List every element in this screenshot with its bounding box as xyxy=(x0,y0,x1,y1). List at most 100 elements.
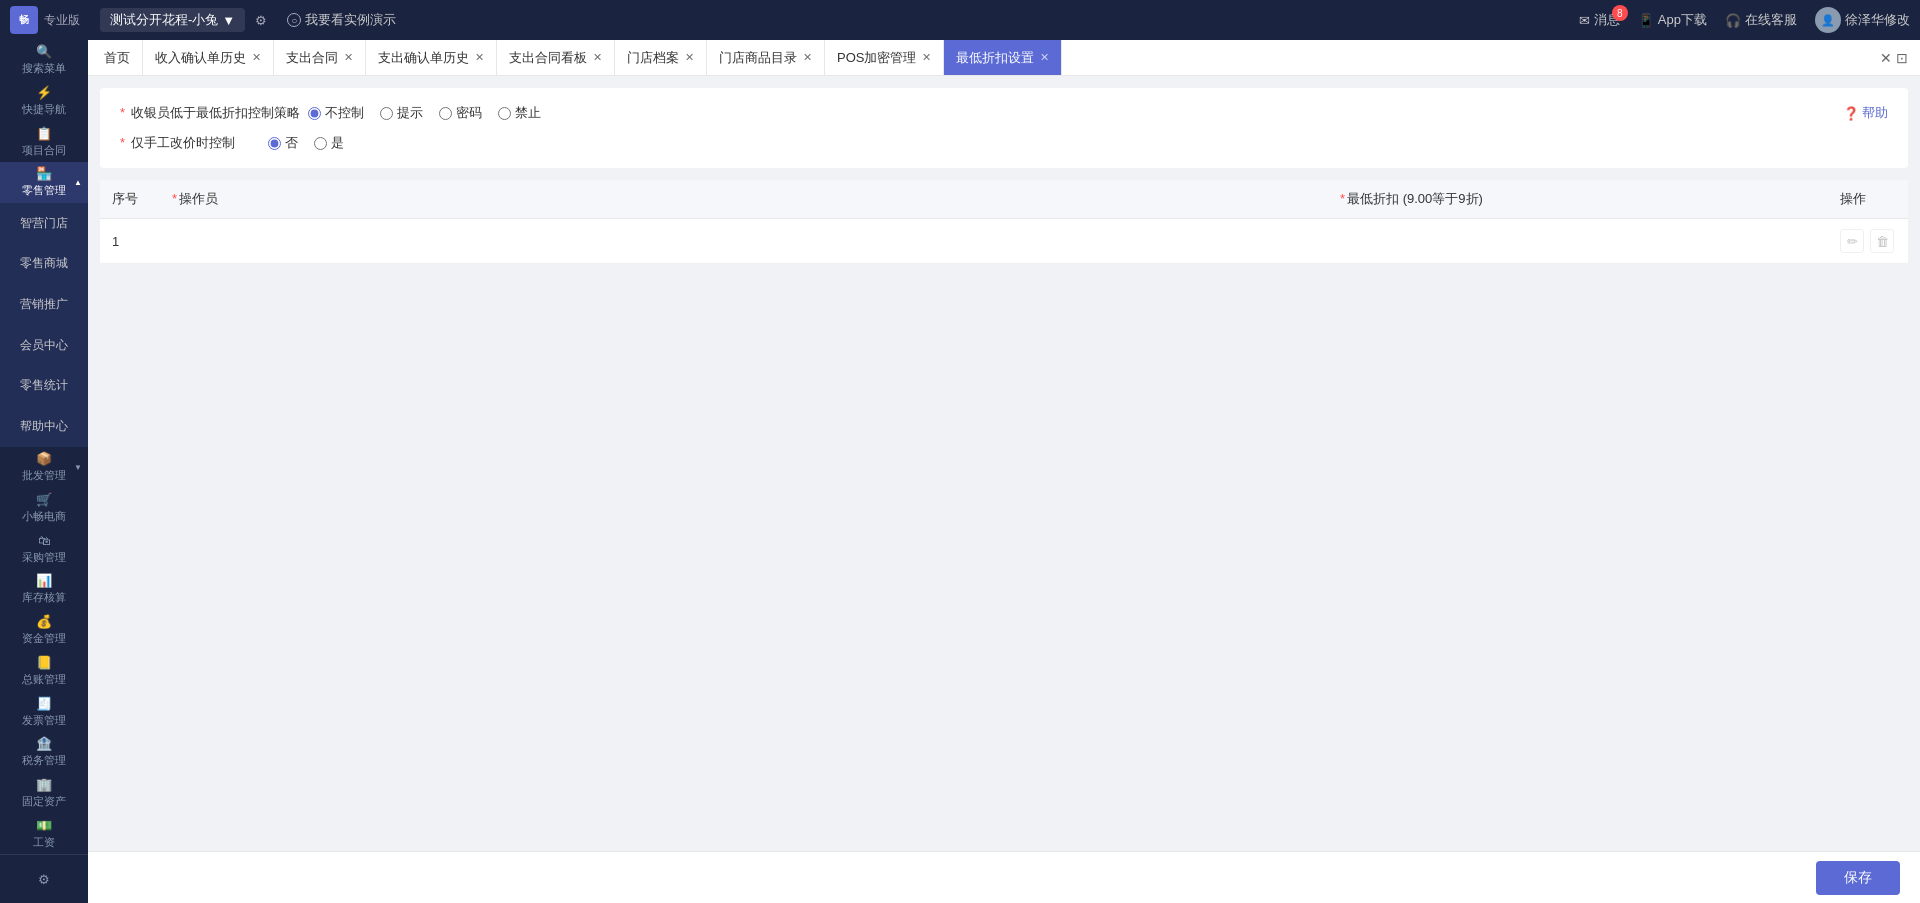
sidebar-item-help-center[interactable]: 帮助中心 xyxy=(0,406,88,447)
radio-password[interactable]: 密码 xyxy=(439,104,482,122)
tab-expense-contract-close-icon[interactable]: ✕ xyxy=(344,51,353,64)
tab-expand-icon[interactable]: ⊡ xyxy=(1896,50,1908,66)
sidebar-item-retail-mall[interactable]: 零售商城 xyxy=(0,244,88,285)
cell-seq: 1 xyxy=(100,219,160,264)
tab-store-archive-close-icon[interactable]: ✕ xyxy=(685,51,694,64)
sidebar-item-salary[interactable]: 💵 工资 xyxy=(0,813,88,854)
sidebar-item-smart-store[interactable]: 智营门店 xyxy=(0,203,88,244)
radio-yes-input[interactable] xyxy=(314,137,327,150)
sidebar-item-retail-mgmt[interactable]: 🏪 零售管理 xyxy=(0,162,88,203)
sidebar-item-inventory[interactable]: 📊 库存核算 xyxy=(0,569,88,610)
sidebar-label-retail-mall: 零售商城 xyxy=(20,255,68,272)
tab-expense-contract-label: 支出合同 xyxy=(286,49,338,67)
sidebar-item-purchase-mgmt[interactable]: 🛍 采购管理 xyxy=(0,528,88,569)
sidebar-label-tax: 税务管理 xyxy=(22,753,66,768)
sidebar-item-ledger[interactable]: 📒 总账管理 xyxy=(0,651,88,692)
radio-no[interactable]: 否 xyxy=(268,134,298,152)
tab-min-discount-close-icon[interactable]: ✕ xyxy=(1040,51,1049,64)
sidebar-item-wholesale-mgmt[interactable]: 📦 批发管理 xyxy=(0,447,88,488)
radio-prompt-input[interactable] xyxy=(380,107,393,120)
settings-icon[interactable]: ⚙ xyxy=(255,13,267,28)
message-icon: ✉ xyxy=(1579,13,1590,28)
sidebar-item-member[interactable]: 会员中心 xyxy=(0,325,88,366)
sidebar-item-tax[interactable]: 🏦 税务管理 xyxy=(0,732,88,773)
sidebar-item-ecommerce[interactable]: 🛒 小畅电商 xyxy=(0,488,88,529)
top-bar-right: ✉ 消息 8 📱 App下载 🎧 在线客服 👤 徐泽华修改 xyxy=(1579,7,1910,33)
tab-pos-mgmt-close-icon[interactable]: ✕ xyxy=(922,51,931,64)
sidebar-label-wholesale-mgmt: 批发管理 xyxy=(22,468,66,483)
th-operator: *操作员 xyxy=(160,180,1328,219)
tab-pos-mgmt[interactable]: POS加密管理 ✕ xyxy=(825,40,944,76)
control-policy-label: * 收银员低于最低折扣控制策略 xyxy=(120,104,300,122)
radio-yes[interactable]: 是 xyxy=(314,134,344,152)
tab-store-archive[interactable]: 门店档案 ✕ xyxy=(615,40,707,76)
sidebar-item-retail-stats[interactable]: 零售统计 xyxy=(0,366,88,407)
sidebar-item-fixed-assets[interactable]: 🏢 固定资产 xyxy=(0,773,88,814)
user-profile-btn[interactable]: 👤 徐泽华修改 xyxy=(1815,7,1910,33)
tab-income-history[interactable]: 收入确认单历史 ✕ xyxy=(143,40,274,76)
radio-prompt[interactable]: 提示 xyxy=(380,104,423,122)
message-btn[interactable]: ✉ 消息 8 xyxy=(1579,11,1620,29)
fixed-assets-icon: 🏢 xyxy=(36,777,52,792)
help-link[interactable]: ❓ 帮助 xyxy=(1843,104,1888,122)
radio-no-label: 否 xyxy=(285,134,298,152)
demo-link[interactable]: ○ 我要看实例演示 xyxy=(287,11,396,29)
wholesale-mgmt-icon: 📦 xyxy=(36,451,52,466)
online-service-btn[interactable]: 🎧 在线客服 xyxy=(1725,11,1797,29)
quick-nav-icon: ⚡ xyxy=(36,85,52,100)
manual-control-row: * 仅手工改价时控制 否 是 xyxy=(120,134,1888,152)
tab-home[interactable]: 首页 xyxy=(92,40,143,76)
tab-store-catalog-close-icon[interactable]: ✕ xyxy=(803,51,812,64)
sidebar-item-search[interactable]: 🔍 搜索菜单 xyxy=(0,40,88,81)
tab-income-history-close-icon[interactable]: ✕ xyxy=(252,51,261,64)
save-button[interactable]: 保存 xyxy=(1816,861,1900,895)
tab-expense-board[interactable]: 支出合同看板 ✕ xyxy=(497,40,615,76)
sidebar-item-invoice[interactable]: 🧾 发票管理 xyxy=(0,691,88,732)
finance-icon: 💰 xyxy=(36,614,52,629)
radio-no-control-input[interactable] xyxy=(308,107,321,120)
radio-no-control[interactable]: 不控制 xyxy=(308,104,364,122)
radio-forbid[interactable]: 禁止 xyxy=(498,104,541,122)
sidebar-item-quick-nav[interactable]: ⚡ 快捷导航 xyxy=(0,81,88,122)
tab-expense-history[interactable]: 支出确认单历史 ✕ xyxy=(366,40,497,76)
inventory-icon: 📊 xyxy=(36,573,52,588)
tab-min-discount[interactable]: 最低折扣设置 ✕ xyxy=(944,40,1062,76)
sidebar-item-project-contract[interactable]: 📋 项目合同 xyxy=(0,121,88,162)
sidebar-label-inventory: 库存核算 xyxy=(22,590,66,605)
tab-expense-history-close-icon[interactable]: ✕ xyxy=(475,51,484,64)
main-layout: 🔍 搜索菜单 ⚡ 快捷导航 📋 项目合同 🏪 零售管理 智营门店 零售商城 营销… xyxy=(0,40,1920,903)
edit-row-btn[interactable]: ✏ xyxy=(1840,229,1864,253)
sidebar-label-smart-store: 智营门店 xyxy=(20,215,68,232)
sidebar-gear-btn[interactable]: ⚙ xyxy=(0,855,88,903)
manual-control-label: * 仅手工改价时控制 xyxy=(120,134,260,152)
sidebar-label-quick-nav: 快捷导航 xyxy=(22,102,66,117)
tab-expense-board-close-icon[interactable]: ✕ xyxy=(593,51,602,64)
project-selector[interactable]: 测试分开花程-小兔 ▼ xyxy=(100,8,245,32)
manual-radio-group: 否 是 xyxy=(268,134,344,152)
tab-store-archive-label: 门店档案 xyxy=(627,49,679,67)
radio-forbid-label: 禁止 xyxy=(515,104,541,122)
tab-home-label: 首页 xyxy=(104,49,130,67)
sidebar-label-purchase-mgmt: 采购管理 xyxy=(22,550,66,565)
th-discount: *最低折扣 (9.00等于9折) xyxy=(1328,180,1828,219)
th-discount-required: * xyxy=(1340,191,1345,206)
project-contract-icon: 📋 xyxy=(36,126,52,141)
sidebar-label-finance: 资金管理 xyxy=(22,631,66,646)
tab-expense-contract[interactable]: 支出合同 ✕ xyxy=(274,40,366,76)
app-edition-label: 专业版 xyxy=(44,12,80,29)
radio-no-input[interactable] xyxy=(268,137,281,150)
tab-store-catalog[interactable]: 门店商品目录 ✕ xyxy=(707,40,825,76)
app-download-label: App下载 xyxy=(1658,11,1707,29)
ledger-icon: 📒 xyxy=(36,655,52,670)
app-download-btn[interactable]: 📱 App下载 xyxy=(1638,11,1707,29)
logo-icon: 畅 xyxy=(10,6,38,34)
radio-password-input[interactable] xyxy=(439,107,452,120)
search-icon: 🔍 xyxy=(36,44,52,59)
radio-forbid-input[interactable] xyxy=(498,107,511,120)
invoice-icon: 🧾 xyxy=(36,696,52,711)
tab-close-all-icon[interactable]: ✕ xyxy=(1880,50,1892,66)
delete-row-btn[interactable]: 🗑 xyxy=(1870,229,1894,253)
sidebar-item-marketing[interactable]: 营销推广 xyxy=(0,284,88,325)
sidebar-item-finance[interactable]: 💰 资金管理 xyxy=(0,610,88,651)
control-policy-radio-group: 不控制 提示 密码 禁止 xyxy=(308,104,541,122)
